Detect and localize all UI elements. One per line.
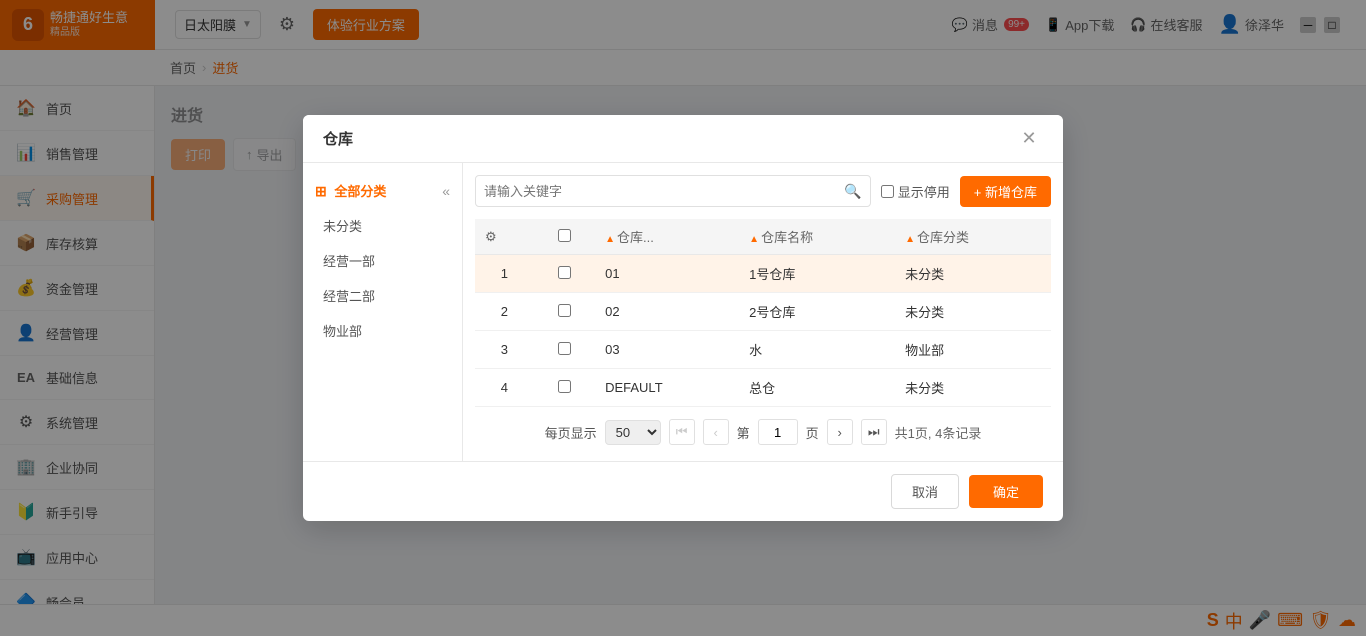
row-code: 01 bbox=[595, 255, 739, 293]
table-toolbar: 🔍 显示停用 + 新增仓库 bbox=[475, 175, 1051, 207]
row-checkbox[interactable] bbox=[558, 304, 571, 317]
category-item-ops2[interactable]: 经营二部 bbox=[303, 278, 462, 313]
page-end-label: 页 bbox=[806, 423, 819, 442]
row-checkbox[interactable] bbox=[558, 266, 571, 279]
row-num: 2 bbox=[475, 293, 534, 331]
col-gear: ⚙ bbox=[475, 219, 534, 255]
row-num: 1 bbox=[475, 255, 534, 293]
col-code: ▲仓库... bbox=[595, 219, 739, 255]
table-header-row: ⚙ ▲仓库... ▲仓库名称 ▲仓库分类 bbox=[475, 219, 1051, 255]
table-row[interactable]: 2 02 2号仓库 未分类 bbox=[475, 293, 1051, 331]
row-checkbox-cell[interactable] bbox=[534, 293, 595, 331]
row-code: 03 bbox=[595, 331, 739, 369]
sort-icon: ▲ bbox=[605, 234, 615, 245]
table-row[interactable]: 4 DEFAULT 总仓 未分类 bbox=[475, 369, 1051, 407]
dialog-body: ⊞ 全部分类 « 未分类 经营一部 经营二部 物业部 🔍 bbox=[303, 163, 1063, 461]
dialog-title: 仓库 bbox=[323, 128, 353, 149]
row-name: 1号仓库 bbox=[739, 255, 895, 293]
row-name: 2号仓库 bbox=[739, 293, 895, 331]
category-item-property[interactable]: 物业部 bbox=[303, 313, 462, 348]
page-label: 第 bbox=[737, 423, 750, 442]
category-header[interactable]: ⊞ 全部分类 « bbox=[303, 173, 462, 208]
row-category: 未分类 bbox=[895, 293, 1051, 331]
show-disabled-checkbox[interactable] bbox=[881, 185, 894, 198]
row-checkbox-cell[interactable] bbox=[534, 255, 595, 293]
category-header-label: 全部分类 bbox=[334, 184, 386, 199]
select-all-checkbox[interactable] bbox=[558, 229, 571, 242]
first-page-button[interactable]: ⏮ bbox=[669, 419, 695, 445]
row-checkbox[interactable] bbox=[558, 380, 571, 393]
total-info: 共1页, 4条记录 bbox=[895, 423, 982, 442]
per-page-label: 每页显示 bbox=[545, 423, 597, 442]
row-checkbox-cell[interactable] bbox=[534, 369, 595, 407]
search-input[interactable] bbox=[484, 184, 844, 199]
sort-icon-category: ▲ bbox=[905, 234, 915, 245]
row-checkbox-cell[interactable] bbox=[534, 331, 595, 369]
table-row[interactable]: 1 01 1号仓库 未分类 bbox=[475, 255, 1051, 293]
pagination: 每页显示 50 20 100 ⏮ ‹ 第 页 › ⏭ 共1页, 4条记录 bbox=[475, 407, 1051, 449]
row-code: DEFAULT bbox=[595, 369, 739, 407]
confirm-button[interactable]: 确定 bbox=[969, 475, 1043, 508]
dialog-footer: 取消 确定 bbox=[303, 461, 1063, 521]
cancel-button[interactable]: 取消 bbox=[891, 474, 959, 509]
grid-icon: ⊞ bbox=[315, 183, 327, 199]
add-warehouse-button[interactable]: + 新增仓库 bbox=[960, 176, 1051, 207]
row-num: 4 bbox=[475, 369, 534, 407]
dialog-overlay: 仓库 ✕ ⊞ 全部分类 « 未分类 经营一部 经营二部 物业部 bbox=[0, 0, 1366, 636]
warehouse-dialog: 仓库 ✕ ⊞ 全部分类 « 未分类 经营一部 经营二部 物业部 bbox=[303, 115, 1063, 521]
sort-icon-name: ▲ bbox=[749, 234, 759, 245]
category-sidebar: ⊞ 全部分类 « 未分类 经营一部 经营二部 物业部 bbox=[303, 163, 463, 461]
page-number-input[interactable] bbox=[758, 419, 798, 445]
prev-page-button[interactable]: ‹ bbox=[703, 419, 729, 445]
table-area: 🔍 显示停用 + 新增仓库 ⚙ ▲仓库... bbox=[463, 163, 1063, 461]
row-category: 未分类 bbox=[895, 255, 1051, 293]
row-num: 3 bbox=[475, 331, 534, 369]
row-category: 未分类 bbox=[895, 369, 1051, 407]
col-name: ▲仓库名称 bbox=[739, 219, 895, 255]
row-name: 水 bbox=[739, 331, 895, 369]
search-box: 🔍 bbox=[475, 175, 871, 207]
row-checkbox[interactable] bbox=[558, 342, 571, 355]
col-checkbox bbox=[534, 219, 595, 255]
row-category: 物业部 bbox=[895, 331, 1051, 369]
search-icon[interactable]: 🔍 bbox=[844, 183, 861, 200]
table-row[interactable]: 3 03 水 物业部 bbox=[475, 331, 1051, 369]
row-name: 总仓 bbox=[739, 369, 895, 407]
dialog-header: 仓库 ✕ bbox=[303, 115, 1063, 163]
dialog-close-button[interactable]: ✕ bbox=[1015, 125, 1043, 153]
next-page-button[interactable]: › bbox=[827, 419, 853, 445]
category-collapse-button[interactable]: « bbox=[442, 183, 450, 199]
category-item-unclassified[interactable]: 未分类 bbox=[303, 208, 462, 243]
show-disabled-label[interactable]: 显示停用 bbox=[881, 182, 950, 201]
category-header-content: ⊞ 全部分类 bbox=[315, 181, 386, 200]
col-category: ▲仓库分类 bbox=[895, 219, 1051, 255]
row-code: 02 bbox=[595, 293, 739, 331]
category-item-ops1[interactable]: 经营一部 bbox=[303, 243, 462, 278]
per-page-select[interactable]: 50 20 100 bbox=[605, 420, 661, 445]
warehouse-table: ⚙ ▲仓库... ▲仓库名称 ▲仓库分类 1 01 1号仓库 bbox=[475, 219, 1051, 407]
last-page-button[interactable]: ⏭ bbox=[861, 419, 887, 445]
show-disabled-text: 显示停用 bbox=[898, 182, 950, 201]
